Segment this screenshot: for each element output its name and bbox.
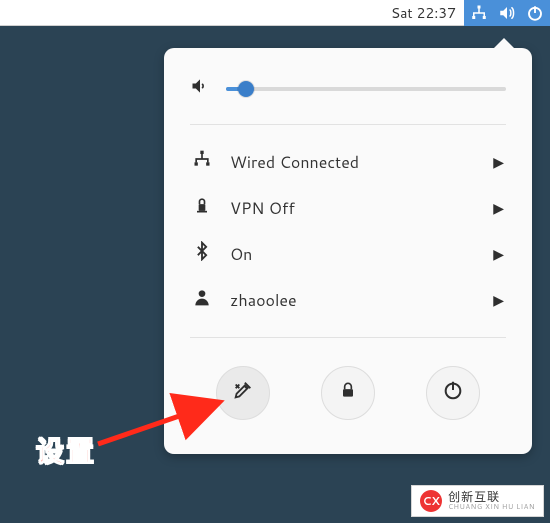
vpn-icon <box>192 195 212 221</box>
watermark: CX 创新互联 CHUANG XIN HU LIAN <box>411 485 544 517</box>
bluetooth-icon <box>192 241 212 267</box>
lock-icon <box>338 380 358 406</box>
action-buttons <box>190 366 506 420</box>
menu-item-label: VPN Off <box>230 197 475 220</box>
lock-button[interactable] <box>321 366 375 420</box>
chevron-right-icon: ▶ <box>493 198 504 218</box>
menu-item-network[interactable]: Wired Connected ▶ <box>190 139 506 185</box>
annotation-label: 设置 <box>36 430 96 471</box>
power-button[interactable] <box>426 366 480 420</box>
clock: Sat 22:37 <box>391 3 464 23</box>
chevron-right-icon: ▶ <box>493 152 504 172</box>
status-menu: Wired Connected ▶ VPN Off ▶ On ▶ zhaoole… <box>190 139 506 323</box>
divider <box>190 337 506 338</box>
top-bar: Sat 22:37 <box>0 0 550 26</box>
menu-item-bluetooth[interactable]: On ▶ <box>190 231 506 277</box>
volume-row <box>190 76 506 102</box>
watermark-text-en: CHUANG XIN HU LIAN <box>448 504 535 511</box>
chevron-right-icon: ▶ <box>493 290 504 310</box>
volume-slider[interactable] <box>226 87 506 91</box>
network-wired-icon <box>192 149 212 175</box>
system-status-popover: Wired Connected ▶ VPN Off ▶ On ▶ zhaoole… <box>164 48 532 454</box>
settings-icon <box>232 379 254 407</box>
watermark-logo: CX <box>420 490 442 512</box>
menu-item-label: On <box>230 243 475 266</box>
network-icon[interactable] <box>470 4 488 22</box>
chevron-right-icon: ▶ <box>493 244 504 264</box>
divider <box>190 124 506 125</box>
volume-thumb[interactable] <box>238 81 254 97</box>
volume-icon[interactable] <box>498 4 516 22</box>
menu-item-label: zhaoolee <box>230 289 475 312</box>
power-icon[interactable] <box>526 4 544 22</box>
settings-button[interactable] <box>216 366 270 420</box>
menu-item-user[interactable]: zhaoolee ▶ <box>190 277 506 323</box>
user-icon <box>192 287 212 313</box>
system-tray[interactable] <box>464 0 550 26</box>
menu-item-vpn[interactable]: VPN Off ▶ <box>190 185 506 231</box>
menu-item-label: Wired Connected <box>230 151 475 174</box>
power-icon <box>442 379 464 407</box>
volume-low-icon <box>190 76 210 102</box>
